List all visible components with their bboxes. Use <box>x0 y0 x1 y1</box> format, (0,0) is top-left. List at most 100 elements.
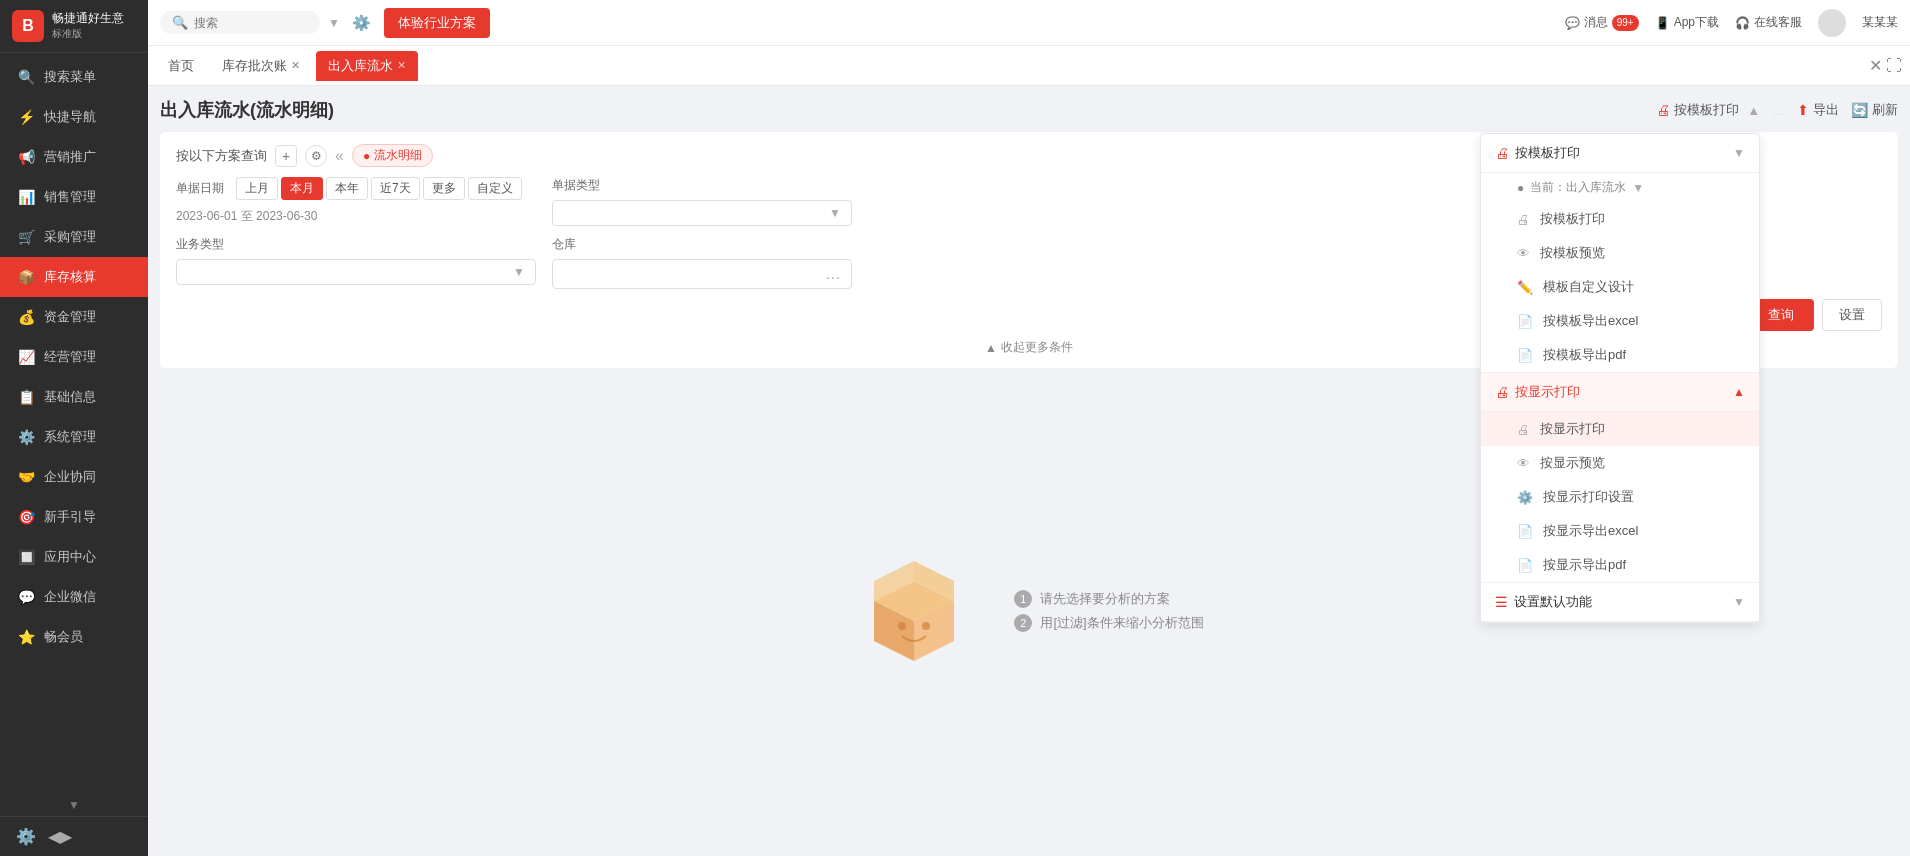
template-export-pdf-item[interactable]: 📄 按模板导出pdf <box>1481 338 1759 372</box>
settings-bottom-icon[interactable]: ⚙️ <box>16 827 36 846</box>
settings-gear-icon[interactable]: ⚙️ <box>348 9 376 37</box>
sidebar-item-label: 营销推广 <box>44 148 96 166</box>
main-area: 🔍 ▼ ⚙️ 体验行业方案 💬 消息 99+ 📱 App下载 🎧 在线客服 某某… <box>148 0 1910 856</box>
default-func-icon: ☰ <box>1495 594 1508 610</box>
print-dropdown-arrow[interactable]: ▲ <box>1747 103 1760 118</box>
tab-flow[interactable]: 出入库流水 ✕ <box>316 51 418 81</box>
sidebar-item-newbie[interactable]: 🎯 新手引导 <box>0 497 148 537</box>
expand-tabs-icon[interactable]: ⛶ <box>1886 57 1902 75</box>
sidebar-item-corp[interactable]: 🤝 企业协同 <box>0 457 148 497</box>
filter-add-button[interactable]: + <box>275 145 297 167</box>
app-logo: B 畅捷通好生意 标准版 <box>0 0 148 53</box>
sidebar-item-wechat[interactable]: 💬 企业微信 <box>0 577 148 617</box>
message-badge: 99+ <box>1612 15 1639 31</box>
template-preview-item[interactable]: 👁 按模板预览 <box>1481 236 1759 270</box>
sidebar-item-app-center[interactable]: 🔲 应用中心 <box>0 537 148 577</box>
user-name[interactable]: 某某某 <box>1862 14 1898 31</box>
filter-warehouse-field: 仓库 … <box>552 236 852 289</box>
display-print-icon: 🖨 <box>1517 422 1530 437</box>
sidebar-item-basics[interactable]: 📋 基础信息 <box>0 377 148 417</box>
date-btn-this-year[interactable]: 本年 <box>326 177 368 200</box>
tab-inventory-batch-close[interactable]: ✕ <box>291 59 300 72</box>
filter-setting-button[interactable]: ⚙ <box>305 145 327 167</box>
customer-service-label: 在线客服 <box>1754 14 1802 31</box>
search-dropdown-arrow[interactable]: ▼ <box>328 16 340 30</box>
warehouse-more-button[interactable]: … <box>825 265 841 283</box>
sidebar-item-inventory[interactable]: 📦 库存核算 <box>0 257 148 297</box>
sidebar-item-sales[interactable]: 📊 销售管理 <box>0 177 148 217</box>
display-export-pdf-item[interactable]: 📄 按显示导出pdf <box>1481 548 1759 582</box>
tab-home[interactable]: 首页 <box>156 51 206 81</box>
search-box[interactable]: 🔍 <box>160 11 320 34</box>
collapse-label: 收起更多条件 <box>1001 339 1073 356</box>
app-download-item[interactable]: 📱 App下载 <box>1655 14 1719 31</box>
settings-button[interactable]: 设置 <box>1822 299 1882 331</box>
template-export-excel-item[interactable]: 📄 按模板导出excel <box>1481 304 1759 338</box>
filter-warehouse-select[interactable]: … <box>552 259 852 289</box>
date-btn-7days[interactable]: 近7天 <box>371 177 420 200</box>
avatar[interactable] <box>1818 9 1846 37</box>
sidebar-bottom: ⚙️ ◀▶ <box>0 816 148 856</box>
display-section-label: 按显示打印 <box>1515 383 1580 401</box>
sidebar-item-quick-nav[interactable]: ⚡ 快捷导航 <box>0 97 148 137</box>
sidebar-item-operations[interactable]: 📈 经营管理 <box>0 337 148 377</box>
industry-solution-button[interactable]: 体验行业方案 <box>384 8 490 38</box>
template-export-pdf-label: 按模板导出pdf <box>1543 346 1626 364</box>
close-all-icon[interactable]: ✕ <box>1869 56 1882 75</box>
finance-icon: 💰 <box>16 307 36 327</box>
date-btn-custom[interactable]: 自定义 <box>468 177 522 200</box>
collapse-up-icon: ▲ <box>985 341 997 355</box>
date-label: 单据日期 <box>176 180 224 197</box>
template-print-icon: 🖨 <box>1517 212 1530 227</box>
date-btn-this-month[interactable]: 本月 <box>281 177 323 200</box>
export-button[interactable]: ⬆ 导出 <box>1797 101 1839 119</box>
customer-service-item[interactable]: 🎧 在线客服 <box>1735 14 1802 31</box>
template-custom-item[interactable]: ✏️ 模板自定义设计 <box>1481 270 1759 304</box>
page-actions: 🖨 按模板打印 ▲ 🖨 按模板打印 ▼ <box>1656 101 1898 119</box>
warehouse-label: 仓库 <box>552 236 852 253</box>
sidebar-item-purchase[interactable]: 🛒 采购管理 <box>0 217 148 257</box>
filter-date-row: 单据日期 上月 本月 本年 近7天 更多 自定义 <box>176 177 536 200</box>
date-btn-more[interactable]: 更多 <box>423 177 465 200</box>
sidebar-item-search[interactable]: 🔍 搜索菜单 <box>0 57 148 97</box>
display-preview-item[interactable]: 👁 按显示预览 <box>1481 446 1759 480</box>
sidebar-item-member[interactable]: ⭐ 畅会员 <box>0 617 148 657</box>
business-type-label: 业务类型 <box>176 236 536 253</box>
template-custom-icon: ✏️ <box>1517 280 1533 295</box>
current-dot: ● <box>1517 181 1524 195</box>
display-settings-icon: ⚙️ <box>1517 490 1533 505</box>
tabbar-close-all: ✕ ⛶ <box>1869 56 1902 75</box>
search-input[interactable] <box>194 16 294 30</box>
filter-collapse-button[interactable]: « <box>335 147 344 165</box>
filter-doc-type-field: 单据类型 ▼ <box>552 177 852 226</box>
tab-inventory-batch[interactable]: 库存批次账 ✕ <box>210 51 312 81</box>
display-export-excel-item[interactable]: 📄 按显示导出excel <box>1481 514 1759 548</box>
default-func-section-header[interactable]: ☰ 设置默认功能 ▼ <box>1481 583 1759 622</box>
display-export-pdf-label: 按显示导出pdf <box>1543 556 1626 574</box>
collapse-more-button[interactable]: ▲ 收起更多条件 <box>985 339 1073 356</box>
sidebar-item-system[interactable]: ⚙️ 系统管理 <box>0 417 148 457</box>
sidebar-scroll[interactable]: ▼ <box>0 794 148 816</box>
export-label: 导出 <box>1813 101 1839 119</box>
template-custom-label: 模板自定义设计 <box>1543 278 1634 296</box>
tab-flow-close[interactable]: ✕ <box>397 59 406 72</box>
sidebar-item-finance[interactable]: 💰 资金管理 <box>0 297 148 337</box>
display-print-section-header[interactable]: 🖨 按显示打印 ▲ <box>1481 373 1759 412</box>
sidebar-item-marketing[interactable]: 📢 营销推广 <box>0 137 148 177</box>
empty-step1: 1 请先选择要分析的方案 <box>1014 590 1203 608</box>
filter-business-type-select[interactable]: ▼ <box>176 259 536 285</box>
filter-tag[interactable]: ● 流水明细 <box>352 144 433 167</box>
filter-doc-type-select[interactable]: ▼ <box>552 200 852 226</box>
refresh-button[interactable]: 🔄 刷新 <box>1851 101 1898 119</box>
message-item[interactable]: 💬 消息 99+ <box>1565 14 1639 31</box>
template-print-section-header[interactable]: 🖨 按模板打印 ▼ <box>1481 134 1759 173</box>
display-print-item[interactable]: 🖨 按显示打印 <box>1481 412 1759 446</box>
date-btn-last-month[interactable]: 上月 <box>236 177 278 200</box>
marketing-icon: 📢 <box>16 147 36 167</box>
template-print-item[interactable]: 🖨 按模板打印 <box>1481 202 1759 236</box>
current-arrow: ▼ <box>1632 181 1644 195</box>
sidebar-item-label: 企业微信 <box>44 588 96 606</box>
display-print-settings-item[interactable]: ⚙️ 按显示打印设置 <box>1481 480 1759 514</box>
collapse-icon[interactable]: ◀▶ <box>48 827 72 846</box>
print-template-button[interactable]: 🖨 按模板打印 ▲ 🖨 按模板打印 ▼ <box>1656 101 1760 119</box>
